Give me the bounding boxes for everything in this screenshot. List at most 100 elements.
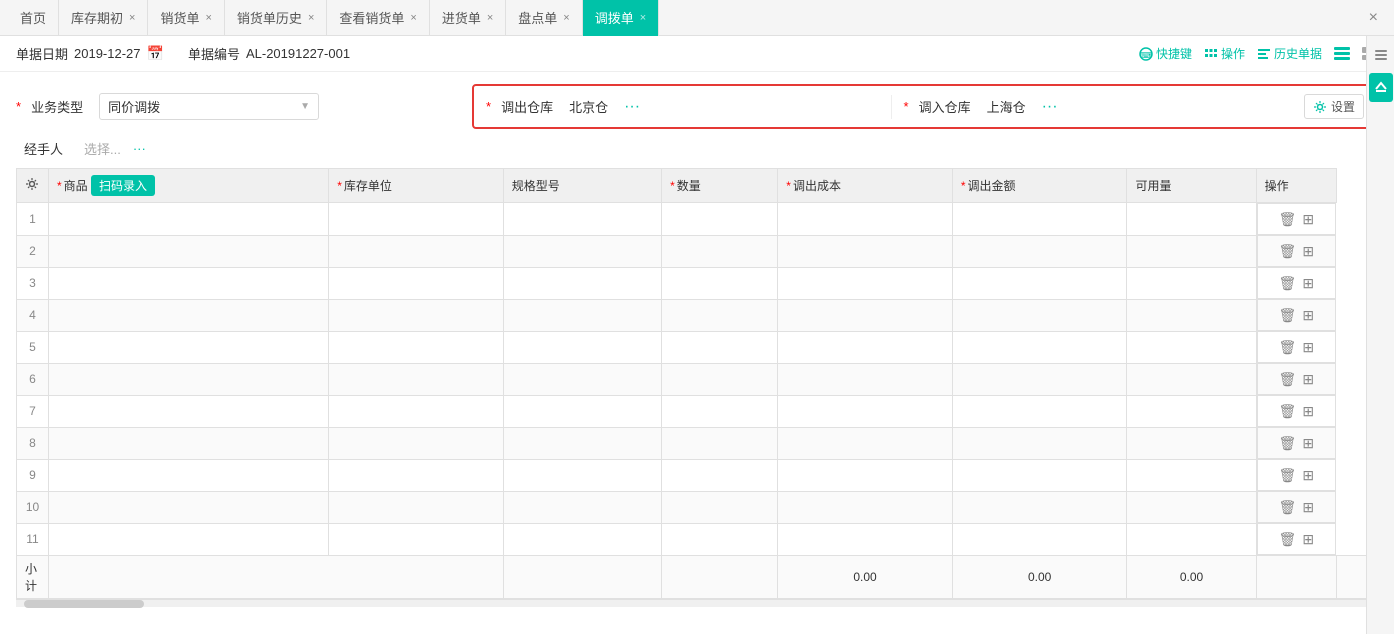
cost-cell[interactable] xyxy=(778,395,953,427)
product-cell[interactable] xyxy=(49,523,329,556)
unit-cell[interactable] xyxy=(329,299,504,331)
handler-select[interactable]: 选择... xyxy=(84,139,121,158)
available-cell[interactable] xyxy=(1127,203,1256,236)
cost-cell[interactable] xyxy=(778,523,953,556)
sidebar-list-icon[interactable] xyxy=(1370,44,1392,69)
unit-cell[interactable] xyxy=(329,491,504,523)
cost-cell[interactable] xyxy=(778,267,953,299)
quantity-cell[interactable] xyxy=(662,459,778,491)
spec-cell[interactable] xyxy=(503,203,661,236)
unit-cell[interactable] xyxy=(329,203,504,236)
quantity-cell[interactable] xyxy=(662,395,778,427)
col-settings[interactable] xyxy=(17,169,49,203)
spec-cell[interactable] xyxy=(503,235,661,267)
layout-icon-1[interactable] xyxy=(1334,47,1350,61)
copy-icon[interactable]: ⊞ xyxy=(1302,243,1314,260)
amount-cell[interactable] xyxy=(952,427,1127,459)
delete-icon[interactable]: 🗑 xyxy=(1279,403,1297,420)
close-sales-history[interactable]: × xyxy=(308,12,314,24)
copy-icon[interactable]: ⊞ xyxy=(1302,275,1314,292)
close-all-tabs[interactable]: × xyxy=(1361,9,1386,27)
spec-cell[interactable] xyxy=(503,491,661,523)
available-cell[interactable] xyxy=(1127,491,1256,523)
delete-icon[interactable]: 🗑 xyxy=(1279,211,1297,228)
delete-icon[interactable]: 🗑 xyxy=(1279,435,1297,452)
tab-view-sales[interactable]: 查看销货单 × xyxy=(327,0,429,36)
spec-cell[interactable] xyxy=(503,427,661,459)
delete-icon[interactable]: 🗑 xyxy=(1279,243,1297,260)
cost-cell[interactable] xyxy=(778,459,953,491)
spec-cell[interactable] xyxy=(503,363,661,395)
product-cell[interactable] xyxy=(49,395,329,427)
delete-icon[interactable]: 🗑 xyxy=(1279,275,1297,292)
copy-icon[interactable]: ⊞ xyxy=(1302,307,1314,324)
settings-button[interactable]: 设置 xyxy=(1304,94,1364,119)
spec-cell[interactable] xyxy=(503,299,661,331)
amount-cell[interactable] xyxy=(952,491,1127,523)
copy-icon[interactable]: ⊞ xyxy=(1302,211,1314,228)
handler-more[interactable]: ··· xyxy=(133,141,146,156)
cost-cell[interactable] xyxy=(778,299,953,331)
cost-cell[interactable] xyxy=(778,363,953,395)
close-view-sales[interactable]: × xyxy=(410,12,416,24)
available-cell[interactable] xyxy=(1127,459,1256,491)
unit-cell[interactable] xyxy=(329,267,504,299)
tab-purchase-order[interactable]: 进货单 × xyxy=(430,0,506,36)
copy-icon[interactable]: ⊞ xyxy=(1302,403,1314,420)
warehouse-out-more[interactable]: ··· xyxy=(624,98,640,116)
delete-icon[interactable]: 🗑 xyxy=(1279,531,1297,548)
calendar-icon[interactable]: 📅 xyxy=(147,45,164,62)
close-transfer-order[interactable]: × xyxy=(640,12,646,24)
available-cell[interactable] xyxy=(1127,299,1256,331)
available-cell[interactable] xyxy=(1127,427,1256,459)
tab-home[interactable]: 首页 xyxy=(8,0,59,36)
spec-cell[interactable] xyxy=(503,459,661,491)
quantity-cell[interactable] xyxy=(662,523,778,556)
amount-cell[interactable] xyxy=(952,459,1127,491)
close-sales-order[interactable]: × xyxy=(205,12,211,24)
product-cell[interactable] xyxy=(49,459,329,491)
spec-cell[interactable] xyxy=(503,395,661,427)
amount-cell[interactable] xyxy=(952,203,1127,236)
close-purchase-order[interactable]: × xyxy=(487,12,493,24)
quantity-cell[interactable] xyxy=(662,267,778,299)
amount-cell[interactable] xyxy=(952,395,1127,427)
product-cell[interactable] xyxy=(49,491,329,523)
copy-icon[interactable]: ⊞ xyxy=(1302,435,1314,452)
delete-icon[interactable]: 🗑 xyxy=(1279,467,1297,484)
tab-sales-history[interactable]: 销货单历史 × xyxy=(225,0,327,36)
horizontal-scrollbar[interactable] xyxy=(16,599,1378,607)
unit-cell[interactable] xyxy=(329,459,504,491)
tab-inventory-check[interactable]: 盘点单 × xyxy=(506,0,582,36)
scrollbar-thumb[interactable] xyxy=(24,600,144,608)
sidebar-expand-icon[interactable] xyxy=(1369,73,1393,102)
delete-icon[interactable]: 🗑 xyxy=(1279,339,1297,356)
product-cell[interactable] xyxy=(49,203,329,236)
copy-icon[interactable]: ⊞ xyxy=(1302,499,1314,516)
cost-cell[interactable] xyxy=(778,491,953,523)
amount-cell[interactable] xyxy=(952,363,1127,395)
cost-cell[interactable] xyxy=(778,203,953,236)
amount-cell[interactable] xyxy=(952,235,1127,267)
scan-button[interactable]: 扫码录入 xyxy=(91,175,155,196)
unit-cell[interactable] xyxy=(329,331,504,363)
unit-cell[interactable] xyxy=(329,395,504,427)
quantity-cell[interactable] xyxy=(662,491,778,523)
copy-icon[interactable]: ⊞ xyxy=(1302,339,1314,356)
unit-cell[interactable] xyxy=(329,363,504,395)
business-type-select[interactable]: 同价调拨 ▼ xyxy=(99,93,319,120)
available-cell[interactable] xyxy=(1127,331,1256,363)
available-cell[interactable] xyxy=(1127,395,1256,427)
amount-cell[interactable] xyxy=(952,523,1127,556)
quantity-cell[interactable] xyxy=(662,363,778,395)
product-cell[interactable] xyxy=(49,299,329,331)
tab-transfer-order[interactable]: 调拨单 × xyxy=(583,0,659,36)
quantity-cell[interactable] xyxy=(662,427,778,459)
copy-icon[interactable]: ⊞ xyxy=(1302,531,1314,548)
tab-sales-order[interactable]: 销货单 × xyxy=(148,0,224,36)
copy-icon[interactable]: ⊞ xyxy=(1302,371,1314,388)
tab-inventory-init[interactable]: 库存期初 × xyxy=(59,0,148,36)
product-cell[interactable] xyxy=(49,363,329,395)
copy-icon[interactable]: ⊞ xyxy=(1302,467,1314,484)
quantity-cell[interactable] xyxy=(662,235,778,267)
